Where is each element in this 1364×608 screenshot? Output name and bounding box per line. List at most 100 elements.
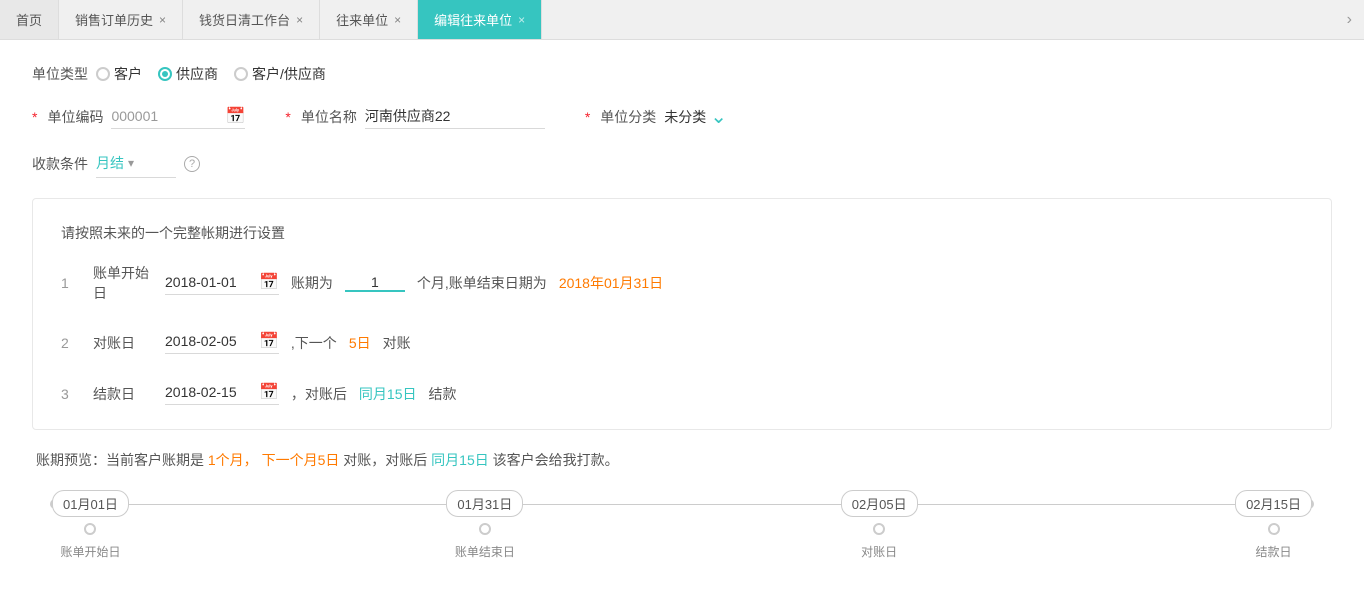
period-num-3: 3 (61, 386, 81, 402)
timeline-points: 01月01日 账单开始日 01月31日 账单结束日 02月05日 对账日 02月… (52, 490, 1312, 560)
tl-label-2: 账单结束日 (455, 543, 515, 560)
tab-sales-history-label: 销售订单历史 (75, 10, 153, 29)
period-num-2: 2 (61, 335, 81, 351)
unit-class-value: 未分类 (664, 107, 706, 127)
tl-badge-1: 01月01日 (52, 490, 129, 517)
period-date-1-wrap: 📅 (165, 272, 279, 295)
tl-point-3: 02月05日 对账日 (841, 490, 918, 560)
period-desc-1-pre: 账期为 (291, 273, 333, 293)
period-desc-3-pre: ，对账后 (291, 384, 347, 404)
tl-badge-3: 02月05日 (841, 490, 918, 517)
period-date-1-input[interactable] (165, 274, 255, 290)
radio-supplier-circle (158, 67, 172, 81)
period-label-2: 对账日 (93, 333, 153, 353)
period-end-date-highlight: 2018年01月31日 (559, 273, 663, 293)
unit-name-label: 单位名称 (301, 107, 357, 127)
unit-name-star: * (285, 109, 290, 125)
preview-prefix: 账期预览：当前客户账期是 (36, 452, 204, 468)
tab-partner-units-close[interactable]: × (394, 13, 401, 27)
period-months-input[interactable] (345, 274, 405, 292)
tab-edit-partner[interactable]: 编辑往来单位 × (418, 0, 542, 39)
tl-dot-4 (1268, 523, 1280, 535)
unit-code-star: * (32, 109, 37, 125)
radio-both-circle (234, 67, 248, 81)
tl-badge-4: 02月15日 (1235, 490, 1312, 517)
period-date-2-cal[interactable]: 📅 (259, 331, 279, 351)
period-desc-1-post: 个月,账单结束日期为 (417, 273, 547, 293)
unit-class-group: * 单位分类 未分类 ⌄ (585, 104, 727, 129)
tl-label-4: 结款日 (1256, 543, 1292, 560)
period-row-3: 3 结款日 📅 ，对账后 同月15日 结款 (61, 382, 1303, 405)
unit-code-label: 单位编码 (47, 107, 103, 127)
radio-customer-circle (96, 67, 110, 81)
tab-cash-work-label: 钱货日清工作台 (199, 10, 290, 29)
unit-code-input[interactable] (111, 104, 221, 128)
payment-cond-row: 收款条件 月结 ▾ ? (32, 149, 1332, 178)
period-desc-2-pre: ,下一个 (291, 333, 337, 353)
period-row-2: 2 对账日 📅 ,下一个 5日 对账 (61, 331, 1303, 354)
tl-label-1: 账单开始日 (60, 543, 120, 560)
tl-badge-2: 01月31日 (446, 490, 523, 517)
tab-cash-work[interactable]: 钱货日清工作台 × (183, 0, 320, 39)
payment-help-icon[interactable]: ? (184, 156, 200, 172)
radio-supplier[interactable]: 供应商 (158, 64, 218, 84)
tl-label-3: 对账日 (861, 543, 897, 560)
tab-cash-work-close[interactable]: × (296, 13, 303, 27)
radio-both-label: 客户/供应商 (252, 64, 326, 84)
payment-cond-label: 收款条件 (32, 154, 88, 174)
tab-home-label: 首页 (16, 10, 42, 29)
period-title: 请按照未来的一个完整帐期进行设置 (61, 223, 1303, 243)
preview-part3: 同月15日 (431, 452, 489, 468)
period-desc-3-highlight: 同月15日 (359, 384, 417, 404)
timeline: 01月01日 账单开始日 01月31日 账单结束日 02月05日 对账日 02月… (32, 490, 1332, 560)
unit-code-icon[interactable]: 📅 (225, 106, 245, 126)
tl-point-1: 01月01日 账单开始日 (52, 490, 129, 560)
tab-more-button[interactable]: › (1335, 0, 1364, 39)
tl-point-2: 01月31日 账单结束日 (446, 490, 523, 560)
period-date-3-input[interactable] (165, 384, 255, 400)
period-date-2-wrap: 📅 (165, 331, 279, 354)
tab-partner-units[interactable]: 往来单位 × (320, 0, 418, 39)
period-num-1: 1 (61, 275, 81, 291)
payment-cond-arrow: ▾ (128, 156, 134, 170)
unit-type-group: 单位类型 客户 供应商 客户/供应商 (32, 64, 326, 84)
unit-name-input[interactable] (365, 104, 545, 129)
unit-class-select[interactable]: 未分类 ⌄ (664, 104, 727, 129)
preview-text: 账期预览：当前客户账期是 1个月， 下一个月5日 对账，对账后 同月15日 该客… (32, 450, 1332, 470)
payment-cond-select[interactable]: 月结 ▾ (96, 149, 176, 178)
unit-code-group: * 单位编码 📅 (32, 104, 245, 129)
tl-dot-1 (84, 523, 96, 535)
period-label-3: 结款日 (93, 384, 153, 404)
unit-type-row: 单位类型 客户 供应商 客户/供应商 (32, 64, 1332, 84)
period-date-1-cal[interactable]: 📅 (259, 272, 279, 292)
payment-cond-value: 月结 (96, 153, 124, 173)
unit-code-input-wrap: 📅 (111, 104, 245, 129)
tab-sales-history-close[interactable]: × (159, 13, 166, 27)
period-date-2-input[interactable] (165, 333, 255, 349)
tl-dot-3 (873, 523, 885, 535)
period-desc-3-post: 结款 (429, 384, 457, 404)
radio-both[interactable]: 客户/供应商 (234, 64, 326, 84)
tl-dot-2 (479, 523, 491, 535)
main-content: 单位类型 客户 供应商 客户/供应商 * 单位编码 (0, 40, 1364, 608)
unit-info-row: * 单位编码 📅 * 单位名称 * 单位分类 未分类 ⌄ (32, 104, 1332, 129)
preview-part2: 下一个月5日 (262, 452, 340, 468)
unit-name-group: * 单位名称 (285, 104, 544, 129)
radio-group: 客户 供应商 客户/供应商 (96, 64, 326, 84)
period-row-1: 1 账单开始日 📅 账期为 个月,账单结束日期为 2018年01月31日 (61, 263, 1303, 303)
period-desc-2-post: 对账 (383, 333, 411, 353)
radio-customer[interactable]: 客户 (96, 64, 142, 84)
timeline-line-container: 01月01日 账单开始日 01月31日 账单结束日 02月05日 对账日 02月… (52, 490, 1312, 560)
preview-suffix: 该客户会给我打款。 (493, 452, 619, 468)
period-label-1: 账单开始日 (93, 263, 153, 303)
unit-class-label: 单位分类 (600, 107, 656, 127)
radio-supplier-label: 供应商 (176, 64, 218, 84)
period-date-3-cal[interactable]: 📅 (259, 382, 279, 402)
period-settings-box: 请按照未来的一个完整帐期进行设置 1 账单开始日 📅 账期为 个月,账单结束日期… (32, 198, 1332, 430)
unit-class-arrow: ⌄ (710, 104, 727, 129)
tl-point-4: 02月15日 结款日 (1235, 490, 1312, 560)
tab-home[interactable]: 首页 (0, 0, 59, 39)
tab-sales-history[interactable]: 销售订单历史 × (59, 0, 183, 39)
tab-bar: 首页 销售订单历史 × 钱货日清工作台 × 往来单位 × 编辑往来单位 × › (0, 0, 1364, 40)
tab-edit-partner-close[interactable]: × (518, 13, 525, 27)
